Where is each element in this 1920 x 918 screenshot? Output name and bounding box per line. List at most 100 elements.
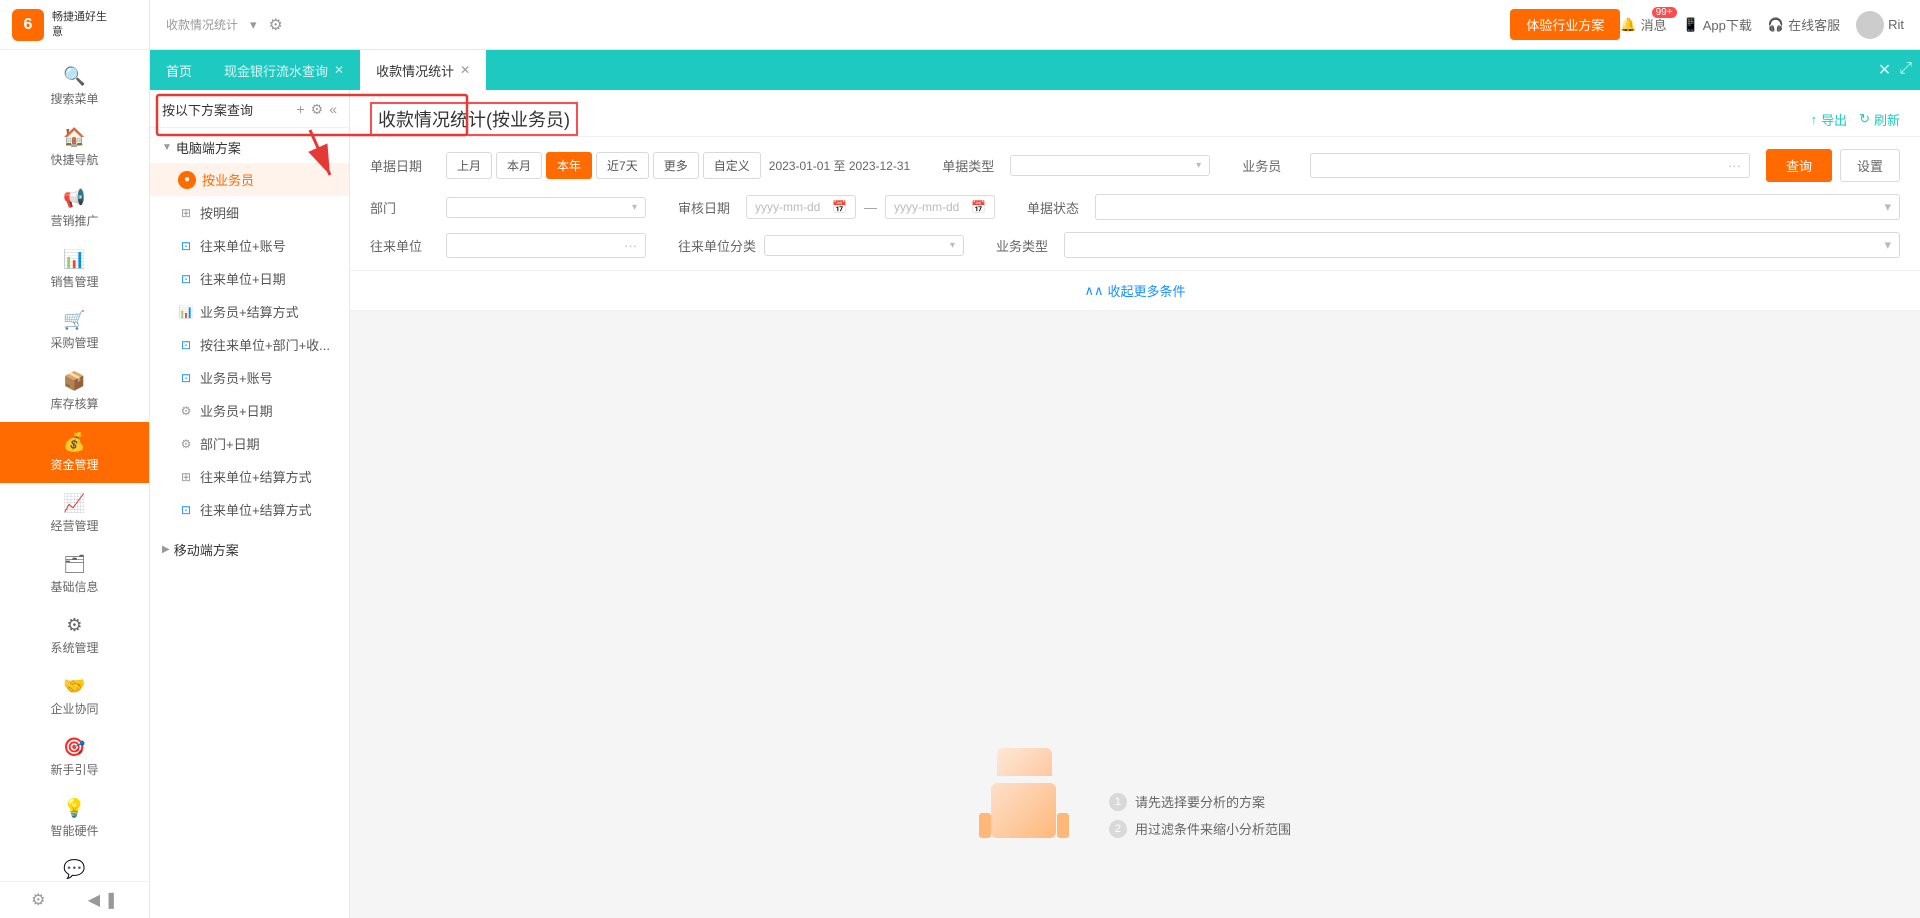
query-btn[interactable]: 查询 (1766, 149, 1832, 182)
tree-item-by-staff-date[interactable]: ⚙ 业务员+日期 (150, 394, 349, 427)
sidebar-item-corp[interactable]: 🤝 企业协同 (0, 666, 149, 727)
filter-settings-btn[interactable]: 设置 (1840, 149, 1900, 182)
doctype-select[interactable]: ▾ (1010, 155, 1210, 176)
salesperson-filter: 业务员 ··· (1242, 153, 1750, 178)
from-unit-input[interactable]: ··· (446, 233, 646, 258)
scheme-settings-icon[interactable]: ⚙ (311, 101, 324, 118)
tab-close-bank[interactable]: ✕ (334, 63, 344, 77)
export-icon: ↑ (1811, 112, 1818, 127)
empty-tips: 1 请先选择要分析的方案 2 用过滤条件来缩小分析范围 (1109, 792, 1291, 838)
right-panel: 收款情况统计(按业务员) ↑ 导出 ↻ 刷新 单据日期 (350, 90, 1920, 918)
tree-item-by-dept-date[interactable]: ⚙ 部门+日期 (150, 427, 349, 460)
filter-row-3: 往来单位 ··· 往来单位分类 ▾ 业务类型 (370, 232, 1900, 258)
doc-status-select[interactable]: ▾ (1095, 194, 1900, 220)
by-staff-icon: ● (178, 171, 196, 189)
app-download-btn[interactable]: 📱 App下载 (1683, 15, 1752, 34)
left-panel: 按以下方案查询 + ⚙ « ▼ 电脑端方案 ● 按业务员 ⊞ (150, 90, 350, 918)
by-detail-icon: ⊞ (178, 205, 194, 221)
salesperson-more-icon: ··· (1728, 158, 1741, 173)
sidebar-item-purchase[interactable]: 🛒 采购管理 (0, 300, 149, 361)
tree-item-label-by-detail: 按明细 (200, 203, 239, 222)
sidebar-settings-btn[interactable]: ⚙ (31, 890, 45, 910)
sidebar-label-guide: 新手引导 (50, 761, 98, 778)
purchase-icon: 🛒 (63, 310, 85, 331)
sidebar-item-inventory[interactable]: 📦 库存核算 (0, 361, 149, 422)
tree-item-by-staff[interactable]: ● 按业务员 (150, 163, 349, 196)
sidebar-item-sales[interactable]: 📊 销售管理 (0, 239, 149, 300)
trial-btn[interactable]: 体验行业方案 (1510, 9, 1620, 40)
sidebar-item-marketing[interactable]: 📢 营销推广 (0, 178, 149, 239)
tree-item-by-unit-settle2[interactable]: ⊡ 往来单位+结算方式 (150, 493, 349, 526)
tree-item-by-unit-settle1[interactable]: ⊞ 往来单位+结算方式 (150, 460, 349, 493)
sidebar: 6 畅捷通好生 意 🔍 搜索菜单 🏠 快捷导航 📢 营销推广 📊 销售管理 🛒 … (0, 0, 150, 918)
phone-icon: 📱 (1683, 17, 1699, 33)
desktop-section-header[interactable]: ▼ 电脑端方案 (150, 132, 349, 163)
tree-item-label-by-staff-account: 业务员+账号 (200, 368, 273, 387)
messages-btn[interactable]: 🔔 消息 99+ (1620, 15, 1666, 34)
sidebar-item-hardware[interactable]: 💡 智能硬件 (0, 788, 149, 849)
tree-item-by-staff-settle[interactable]: 📊 业务员+结算方式 (150, 295, 349, 328)
date-btn-this-month[interactable]: 本月 (496, 152, 542, 179)
tab-bank[interactable]: 现金银行流水查询 ✕ (208, 50, 360, 90)
window-close-btn[interactable]: ✕ (1878, 60, 1891, 80)
review-date-to[interactable]: yyyy-mm-dd 📅 (885, 195, 995, 219)
collapse-bar[interactable]: ∧∧ 收起更多条件 (350, 271, 1920, 311)
logo-text: 畅捷通好生 意 (52, 10, 107, 39)
date-separator: — (864, 200, 877, 215)
tree-item-by-unit-account[interactable]: ⊡ 往来单位+账号 (150, 229, 349, 262)
tab-close-receipt[interactable]: ✕ (460, 63, 470, 77)
business-type-filter: 业务类型 ▾ (996, 232, 1900, 258)
date-btn-custom[interactable]: 自定义 (703, 152, 761, 179)
sidebar-item-search[interactable]: 🔍 搜索菜单 (0, 56, 149, 117)
tree-item-by-staff-account[interactable]: ⊡ 业务员+账号 (150, 361, 349, 394)
topbar-settings-icon[interactable]: ⚙ (269, 15, 283, 35)
review-date-filter: 审核日期 yyyy-mm-dd 📅 — yyyy-mm-dd 📅 (678, 195, 995, 219)
tip-text-2: 用过滤条件来缩小分析范围 (1135, 819, 1291, 838)
window-maximize-btn[interactable]: ⤢ (1899, 60, 1912, 80)
tree-item-by-unit-date[interactable]: ⊡ 往来单位+日期 (150, 262, 349, 295)
tab-receipt[interactable]: 收款情况统计 ✕ (360, 50, 486, 90)
sidebar-label-sales: 销售管理 (50, 273, 98, 290)
sidebar-item-shortcut[interactable]: 🏠 快捷导航 (0, 117, 149, 178)
add-scheme-btn[interactable]: + (296, 101, 304, 118)
sidebar-item-operation[interactable]: 📈 经营管理 (0, 483, 149, 544)
sidebar-item-finance[interactable]: 💰 资金管理 (0, 422, 149, 483)
from-unit-category-select[interactable]: ▾ (764, 235, 964, 256)
salesperson-label: 业务员 (1242, 156, 1302, 175)
dept-arrow-icon: ▾ (632, 202, 637, 213)
dept-select[interactable]: ▾ (446, 197, 646, 218)
sidebar-label-search: 搜索菜单 (50, 90, 98, 107)
date-btn-more[interactable]: 更多 (653, 152, 699, 179)
sidebar-label-marketing: 营销推广 (50, 212, 98, 229)
collapse-panel-icon[interactable]: « (329, 101, 337, 118)
date-btn-this-year[interactable]: 本年 (546, 152, 592, 179)
sidebar-label-inventory: 库存核算 (50, 395, 98, 412)
by-staff-settle-icon: 📊 (178, 304, 194, 320)
salesperson-input[interactable]: ··· (1310, 153, 1750, 178)
from-unit-category-arrow: ▾ (950, 240, 955, 251)
online-service-btn[interactable]: 🎧 在线客服 (1768, 15, 1840, 34)
mobile-section-header[interactable]: ▶ 移动端方案 (150, 534, 349, 565)
tree-item-label-by-staff-settle: 业务员+结算方式 (200, 302, 299, 321)
export-btn[interactable]: ↑ 导出 (1811, 110, 1848, 129)
tab-home[interactable]: 首页 (150, 50, 208, 90)
tab-label-home: 首页 (166, 61, 192, 80)
user-menu[interactable]: Rit (1856, 11, 1904, 39)
sidebar-item-basic[interactable]: 🗂 基础信息 (0, 544, 149, 605)
review-date-from[interactable]: yyyy-mm-dd 📅 (746, 195, 856, 219)
date-btn-7days[interactable]: 近7天 (596, 152, 649, 179)
sidebar-item-system[interactable]: ⚙ 系统管理 (0, 605, 149, 666)
date-btn-last-month[interactable]: 上月 (446, 152, 492, 179)
business-type-select[interactable]: ▾ (1064, 232, 1900, 258)
sidebar-item-guide[interactable]: 🎯 新手引导 (0, 727, 149, 788)
sidebar-label-corp: 企业协同 (50, 700, 98, 717)
tree-item-by-unit-dept[interactable]: ⊡ 按往来单位+部门+收... (150, 328, 349, 361)
refresh-btn[interactable]: ↻ 刷新 (1859, 110, 1900, 129)
tree-item-by-detail[interactable]: ⊞ 按明细 (150, 196, 349, 229)
marketing-icon: 📢 (63, 188, 85, 209)
sidebar-collapse-btn[interactable]: ◀ ❚ (88, 890, 118, 910)
tree-item-label-by-unit-dept: 按往来单位+部门+收... (200, 335, 330, 354)
topbar-dropdown-icon[interactable]: ▾ (250, 17, 257, 33)
search-icon: 🔍 (63, 66, 85, 87)
sidebar-item-wechat[interactable]: 💬 企业微信 (0, 849, 149, 881)
